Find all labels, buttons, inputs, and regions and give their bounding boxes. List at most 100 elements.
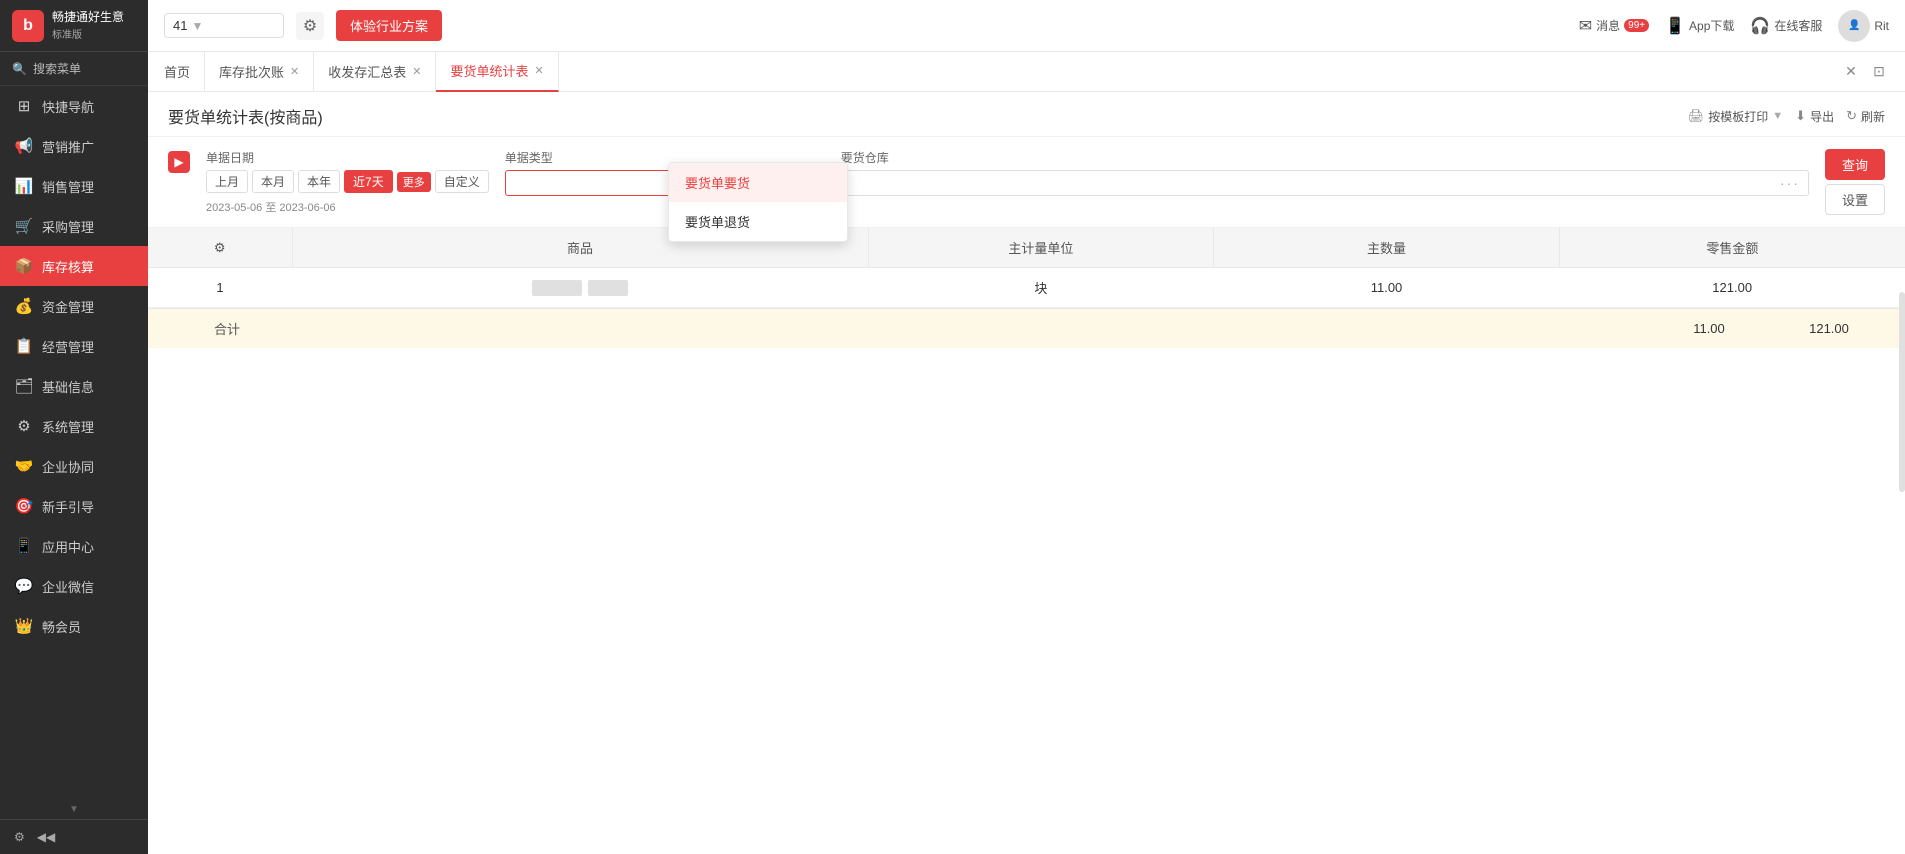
sidebar-item-system[interactable]: ⚙ 系统管理 [0, 406, 148, 446]
sidebar-item-guide[interactable]: 🎯 新手引导 [0, 486, 148, 526]
page-content: 要货单统计表(按商品) 🖨 按模板打印 ▼ ⬇ 导出 ↻ 刷新 ▶ [148, 92, 1905, 854]
sidebar-item-label: 企业协同 [42, 457, 94, 476]
sidebar-bottom: ⚙ ◀◀ [0, 819, 148, 854]
service-icon: 🎧 [1750, 16, 1770, 36]
sidebar-search[interactable]: 🔍 搜索菜单 [0, 52, 148, 86]
date-btn-more[interactable]: 更多 [397, 172, 431, 192]
user-avatar-placeholder: 👤 [1848, 20, 1860, 31]
row-num: 1 [148, 268, 292, 308]
sidebar-item-enterprise[interactable]: 🤝 企业协同 [0, 446, 148, 486]
export-action[interactable]: ⬇ 导出 [1795, 108, 1834, 125]
resize-handle[interactable] [1899, 292, 1905, 492]
online-service-action[interactable]: 🎧 在线客服 [1750, 16, 1822, 36]
sidebar: b 畅捷通好生意 标准版 🔍 搜索菜单 ⊞ 快捷导航 📢 营销推广 📊 销售管理… [0, 0, 148, 854]
tab-batch-account[interactable]: 库存批次账 ✕ [205, 52, 314, 92]
table-settings-icon: ⚙ [214, 240, 226, 255]
message-badge: 99+ [1624, 19, 1649, 32]
sidebar-logo: b 畅捷通好生意 标准版 [0, 0, 148, 52]
data-table-container: ⚙ 商品 主计量单位 主数量 零售金额 1 [148, 228, 1905, 308]
avatar: 👤 [1838, 10, 1870, 42]
tab-home-label: 首页 [164, 62, 190, 81]
sidebar-item-quick-nav[interactable]: ⊞ 快捷导航 [0, 86, 148, 126]
refresh-label: 刷新 [1861, 108, 1885, 125]
date-btn-custom[interactable]: 自定义 [435, 170, 489, 193]
tab-order-stats[interactable]: 要货单统计表 ✕ [436, 52, 558, 92]
print-action[interactable]: 🖨 按模板打印 ▼ [1688, 108, 1783, 125]
warehouse-filter-label: 要货仓库 [841, 149, 1809, 166]
guide-icon: 🎯 [14, 496, 34, 516]
system-icon: ⚙ [14, 416, 34, 436]
marketing-icon: 📢 [14, 136, 34, 156]
sidebar-item-label: 销售管理 [42, 177, 94, 196]
sidebar-item-app-center[interactable]: 📱 应用中心 [0, 526, 148, 566]
tab-home[interactable]: 首页 [164, 52, 205, 92]
dropdown-item-return[interactable]: 要货单退货 [669, 202, 847, 241]
user-action[interactable]: 👤 Rit [1838, 10, 1889, 42]
sidebar-item-member[interactable]: 👑 畅会员 [0, 606, 148, 646]
sidebar-item-label: 畅会员 [42, 617, 81, 636]
app-download-action[interactable]: 📱 App下载 [1665, 16, 1734, 36]
online-service-label: 在线客服 [1774, 17, 1822, 34]
filter-bar: ▶ 单据日期 上月 本月 本年 近7天 更多 自定义 2023-05-06 至 … [148, 137, 1905, 228]
app-logo-icon: b [12, 10, 44, 42]
row-unit: 块 [868, 268, 1214, 308]
sidebar-item-label: 应用中心 [42, 537, 94, 556]
quick-nav-icon: ⊞ [14, 96, 34, 116]
download-icon: 📱 [1665, 16, 1685, 36]
sidebar-nav: ⊞ 快捷导航 📢 营销推广 📊 销售管理 🛒 采购管理 📦 库存核算 💰 资金管… [0, 86, 148, 800]
expand-filter-button[interactable]: ▶ [168, 151, 190, 173]
app-center-icon: 📱 [14, 536, 34, 556]
sidebar-item-finance[interactable]: 💰 资金管理 [0, 286, 148, 326]
page-header: 要货单统计表(按商品) 🖨 按模板打印 ▼ ⬇ 导出 ↻ 刷新 [148, 92, 1905, 137]
header-settings-button[interactable]: ⚙ [296, 12, 324, 40]
sidebar-item-basic-info[interactable]: 🗂 基础信息 [0, 366, 148, 406]
app-download-label: App下载 [1689, 17, 1734, 34]
warehouse-more-icon[interactable]: ··· [1780, 175, 1800, 191]
tab-close-all-button[interactable]: ✕ [1841, 62, 1861, 82]
table-header-row: ⚙ 商品 主计量单位 主数量 零售金额 [148, 228, 1905, 268]
message-action[interactable]: ✉ 消息 99+ [1579, 16, 1649, 36]
filter-settings-button[interactable]: 设置 [1825, 184, 1885, 215]
tab-collect-summary-label: 收发存汇总表 [328, 62, 406, 81]
sidebar-item-wechat[interactable]: 💬 企业微信 [0, 566, 148, 606]
date-btn-this-year[interactable]: 本年 [298, 170, 340, 193]
sidebar-item-label: 资金管理 [42, 297, 94, 316]
footer-values: 11.00 121.00 [1449, 321, 1889, 336]
sidebar-item-label: 系统管理 [42, 417, 94, 436]
tab-collect-summary-close[interactable]: ✕ [412, 65, 421, 78]
date-filter-label: 单据日期 [206, 149, 489, 166]
sidebar-item-marketing[interactable]: 📢 营销推广 [0, 126, 148, 166]
date-btn-last-month[interactable]: 上月 [206, 170, 248, 193]
warehouse-filter-input[interactable] [850, 176, 1780, 190]
sidebar-item-operation[interactable]: 📋 经营管理 [0, 326, 148, 366]
sidebar-collapse-icon[interactable]: ◀◀ [37, 830, 55, 844]
operation-icon: 📋 [14, 336, 34, 356]
date-btn-7days[interactable]: 近7天 [344, 170, 393, 193]
tab-collect-summary[interactable]: 收发存汇总表 ✕ [314, 52, 436, 92]
finance-icon: 💰 [14, 296, 34, 316]
refresh-action[interactable]: ↻ 刷新 [1846, 108, 1885, 125]
date-range-display: 2023-05-06 至 2023-06-06 [206, 199, 489, 215]
product-placeholder-1 [532, 280, 582, 296]
filter-actions: 查询 设置 [1825, 149, 1885, 215]
sidebar-item-label: 经营管理 [42, 337, 94, 356]
header-right: ✉ 消息 99+ 📱 App下载 🎧 在线客服 👤 Rit [1579, 10, 1889, 42]
tab-order-stats-close[interactable]: ✕ [535, 64, 544, 77]
tab-batch-account-close[interactable]: ✕ [290, 65, 299, 78]
date-btn-this-month[interactable]: 本月 [252, 170, 294, 193]
query-button[interactable]: 查询 [1825, 149, 1885, 180]
dropdown-item-requisition[interactable]: 要货单要货 [669, 163, 847, 202]
col-header-settings[interactable]: ⚙ [148, 228, 292, 268]
sidebar-item-purchase[interactable]: 🛒 采购管理 [0, 206, 148, 246]
product-placeholder-2 [588, 280, 628, 296]
sidebar-settings-icon[interactable]: ⚙ [14, 830, 25, 844]
tab-expand-button[interactable]: ⊡ [1869, 62, 1889, 82]
warehouse-filter-group: 要货仓库 ··· [841, 149, 1809, 196]
print-chevron: ▼ [1772, 110, 1783, 122]
app-version: 标准版 [52, 26, 124, 41]
inventory-icon: 📦 [14, 256, 34, 276]
sidebar-item-inventory[interactable]: 📦 库存核算 [0, 246, 148, 286]
sidebar-item-sales[interactable]: 📊 销售管理 [0, 166, 148, 206]
store-selector[interactable]: 41 ▼ [164, 13, 284, 38]
trial-button[interactable]: 体验行业方案 [336, 10, 442, 41]
